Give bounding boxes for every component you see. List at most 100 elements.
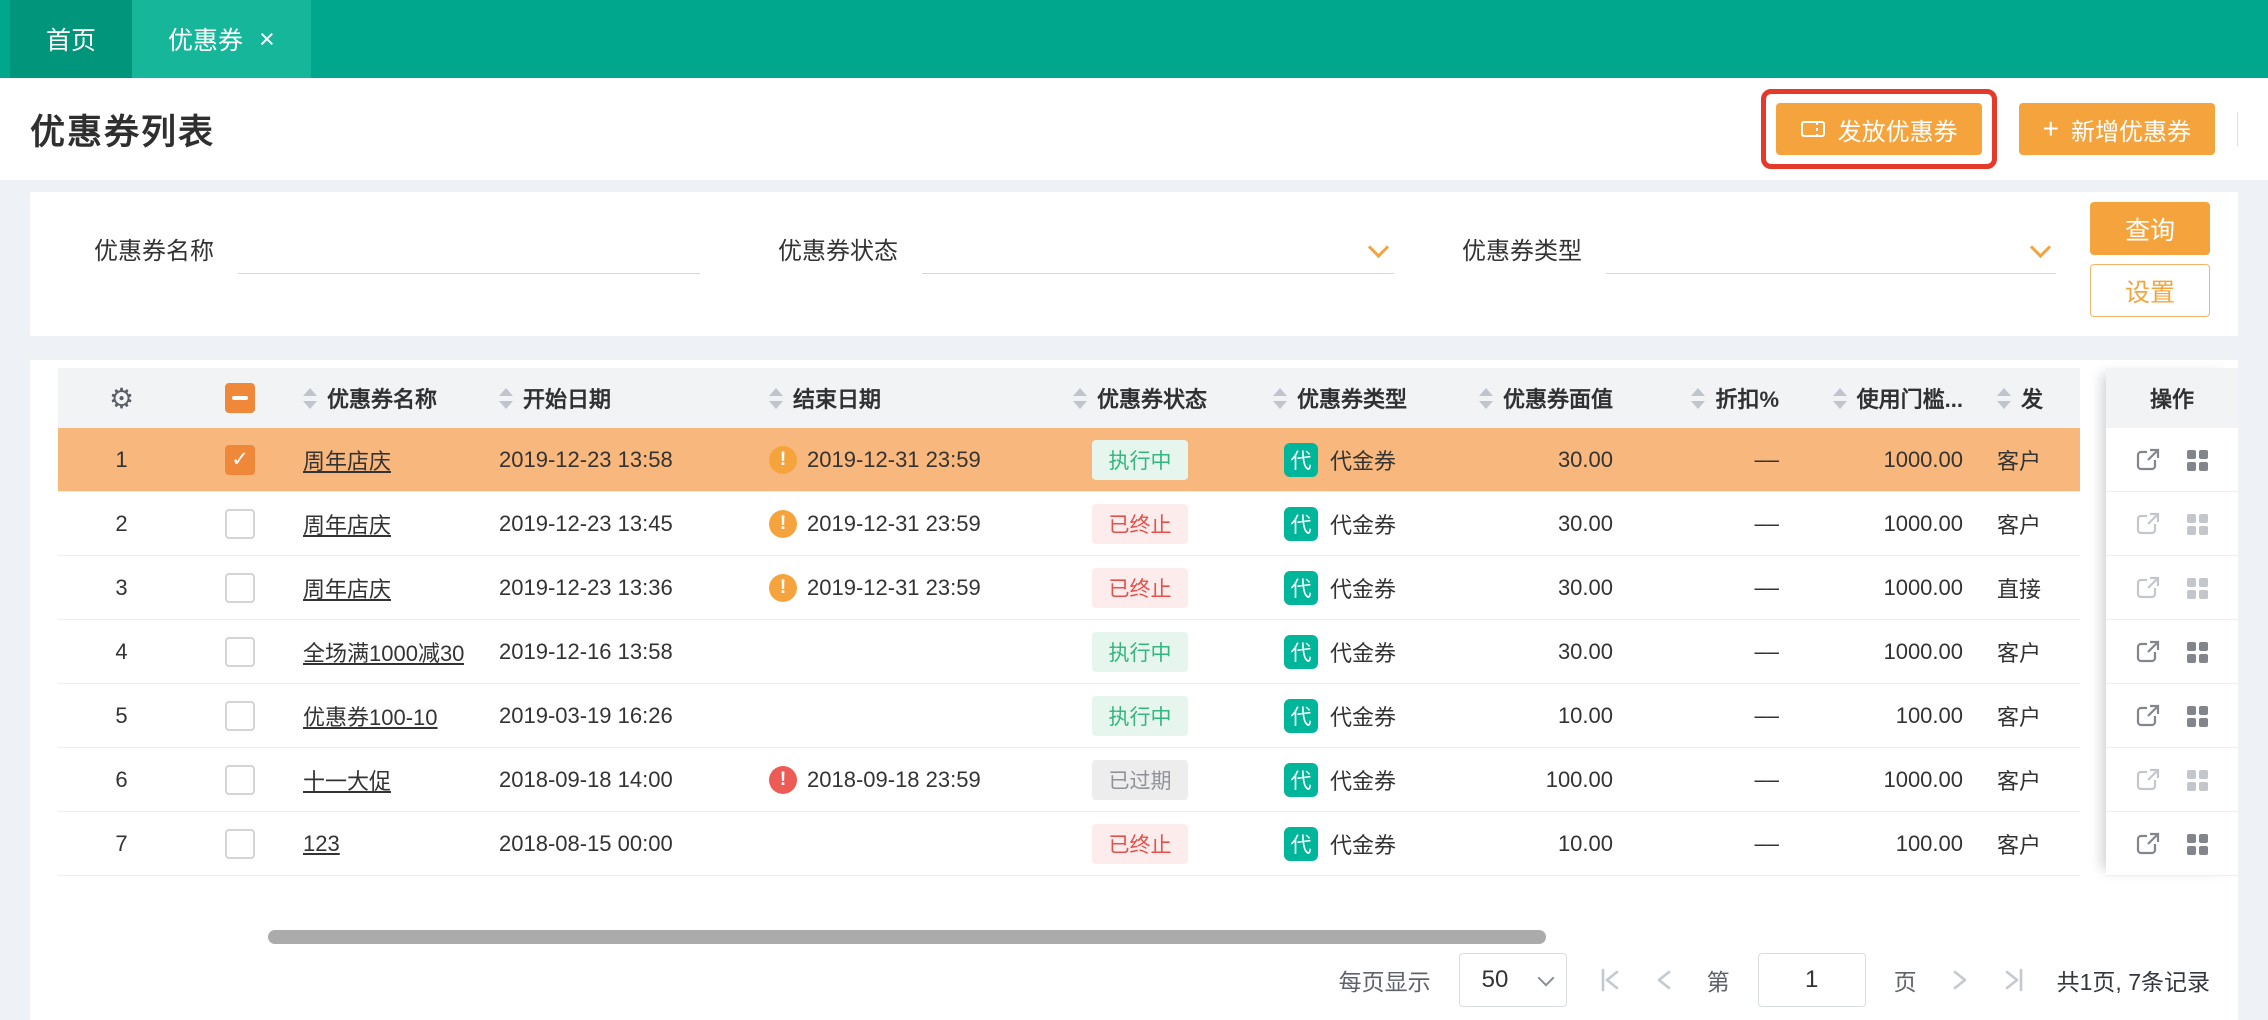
select-all-checkbox[interactable]: [225, 383, 255, 413]
issue-mode: 客户: [1997, 768, 2042, 794]
close-icon[interactable]: ×: [259, 25, 275, 53]
more-actions-icon[interactable]: [2184, 639, 2210, 665]
more-actions-icon[interactable]: [2184, 703, 2210, 729]
chevron-down-icon: [1367, 236, 1390, 259]
header-actions: 发放优惠券 + 新增优惠券: [1760, 89, 2238, 169]
export-icon[interactable]: [2134, 830, 2162, 858]
coupon-name-link[interactable]: 周年店庆: [303, 444, 391, 476]
threshold: 100.00: [1895, 830, 1963, 856]
face-value: 10.00: [1557, 830, 1613, 856]
add-coupon-button[interactable]: + 新增优惠券: [2018, 103, 2215, 155]
threshold: 100.00: [1895, 702, 1963, 728]
last-page-button[interactable]: [2001, 966, 2029, 994]
tab-bar: 首页 优惠券 ×: [0, 0, 2268, 78]
search-button[interactable]: 查询: [2090, 202, 2210, 255]
type-label: 代金券: [1329, 576, 1396, 602]
coupon-type-select[interactable]: [1606, 222, 2056, 274]
more-actions-icon[interactable]: [2184, 511, 2210, 537]
pagination-bar: 每页显示 50 第 页 共1页, 7条记录: [1339, 952, 2210, 1008]
scrollbar-thumb[interactable]: [268, 930, 1546, 944]
export-icon[interactable]: [2134, 510, 2162, 538]
table-row[interactable]: 1 周年店庆 2019-12-23 13:58 2019-12-31 23:59…: [58, 428, 2080, 492]
table-row[interactable]: 4 全场满1000减30 2019-12-16 13:58 执行中 代代金券 3…: [58, 620, 2080, 684]
row-checkbox[interactable]: [225, 700, 255, 731]
row-index: 7: [115, 830, 128, 856]
column-header-status: 优惠券状态: [1096, 387, 1207, 412]
table-row[interactable]: 5 优惠券100-10 2019-03-19 16:26 执行中 代代金券 10…: [58, 684, 2080, 748]
gear-icon[interactable]: ⚙: [109, 382, 134, 415]
more-actions-icon[interactable]: [2184, 831, 2210, 857]
voucher-type-icon: 代: [1283, 442, 1318, 477]
row-checkbox[interactable]: [225, 636, 255, 667]
face-value: 30.00: [1557, 574, 1613, 600]
issue-mode: 客户: [1997, 640, 2042, 666]
end-date: 2019-12-31 23:59: [807, 574, 981, 600]
issue-mode: 客户: [1997, 448, 2042, 474]
coupon-name-input[interactable]: [238, 222, 700, 274]
sort-icon[interactable]: [1272, 387, 1287, 409]
settings-button[interactable]: 设置: [2090, 264, 2210, 317]
export-icon[interactable]: [2134, 638, 2162, 666]
discount: ––: [1754, 574, 1779, 600]
coupon-status-select[interactable]: [922, 222, 1394, 274]
row-actions: [2106, 684, 2238, 748]
type-label: 代金券: [1329, 448, 1396, 474]
sort-icon[interactable]: [1832, 387, 1847, 409]
export-icon[interactable]: [2134, 446, 2162, 474]
coupon-name-link[interactable]: 周年店庆: [303, 508, 391, 540]
coupon-name-link[interactable]: 全场满1000减30: [303, 636, 464, 668]
sort-icon[interactable]: [1478, 387, 1493, 409]
next-page-button[interactable]: [1945, 966, 1973, 994]
coupon-name-link[interactable]: 十一大促: [303, 764, 391, 796]
table-row[interactable]: 2 周年店庆 2019-12-23 13:45 2019-12-31 23:59…: [58, 492, 2080, 556]
sort-icon[interactable]: [1072, 387, 1087, 409]
row-index: 2: [115, 510, 128, 536]
sort-icon[interactable]: [499, 387, 513, 409]
sort-icon[interactable]: [1997, 387, 2011, 409]
more-actions-icon[interactable]: [2184, 447, 2210, 473]
sort-icon[interactable]: [303, 387, 317, 409]
table-row[interactable]: 7 123 2018-08-15 00:00 已终止 代代金券 10.00 ––…: [58, 812, 2080, 876]
tab-home[interactable]: 首页: [10, 0, 133, 78]
status-badge: 执行中: [1092, 631, 1188, 672]
column-header-name: 优惠券名称: [327, 387, 438, 412]
start-date: 2018-09-18 14:00: [499, 766, 673, 792]
first-page-button[interactable]: [1595, 966, 1623, 994]
tab-coupon[interactable]: 优惠券 ×: [132, 0, 311, 78]
export-icon[interactable]: [2134, 766, 2162, 794]
sort-icon[interactable]: [1691, 387, 1706, 409]
records-summary: 共1页, 7条记录: [2056, 969, 2210, 995]
discount: ––: [1754, 446, 1779, 472]
coupon-name-link[interactable]: 123: [303, 831, 340, 857]
export-icon[interactable]: [2134, 702, 2162, 730]
issue-mode: 直接: [1997, 576, 2042, 602]
coupon-name-link[interactable]: 优惠券100-10: [303, 700, 438, 732]
row-actions: [2106, 428, 2238, 492]
per-page-select[interactable]: 50: [1458, 953, 1567, 1007]
end-date: 2019-12-31 23:59: [807, 510, 981, 536]
issue-coupon-button[interactable]: 发放优惠券: [1775, 103, 1982, 155]
status-badge: 执行中: [1092, 695, 1188, 736]
row-checkbox[interactable]: [225, 508, 255, 539]
export-icon[interactable]: [2134, 574, 2162, 602]
more-actions-icon[interactable]: [2184, 575, 2210, 601]
status-badge: 已终止: [1092, 823, 1188, 864]
row-checkbox[interactable]: [225, 572, 255, 603]
tab-coupon-label: 优惠券: [168, 27, 244, 55]
table-row[interactable]: 3 周年店庆 2019-12-23 13:36 2019-12-31 23:59…: [58, 556, 2080, 620]
voucher-type-icon: 代: [1283, 762, 1318, 797]
face-value: 30.00: [1557, 638, 1613, 664]
status-badge: 已终止: [1092, 503, 1188, 544]
coupon-name-link[interactable]: 周年店庆: [303, 572, 391, 604]
row-checkbox[interactable]: [225, 444, 255, 475]
more-actions-icon[interactable]: [2184, 767, 2210, 793]
table-row[interactable]: 6 十一大促 2018-09-18 14:00 2018-09-18 23:59…: [58, 748, 2080, 812]
face-value: 10.00: [1557, 702, 1613, 728]
sort-icon[interactable]: [769, 387, 783, 409]
row-checkbox[interactable]: [225, 828, 255, 859]
column-header-issue: 发: [2021, 387, 2044, 412]
start-date: 2019-12-16 13:58: [499, 638, 673, 664]
page-number-input[interactable]: [1757, 953, 1866, 1007]
prev-page-button[interactable]: [1651, 966, 1679, 994]
row-checkbox[interactable]: [225, 764, 255, 795]
